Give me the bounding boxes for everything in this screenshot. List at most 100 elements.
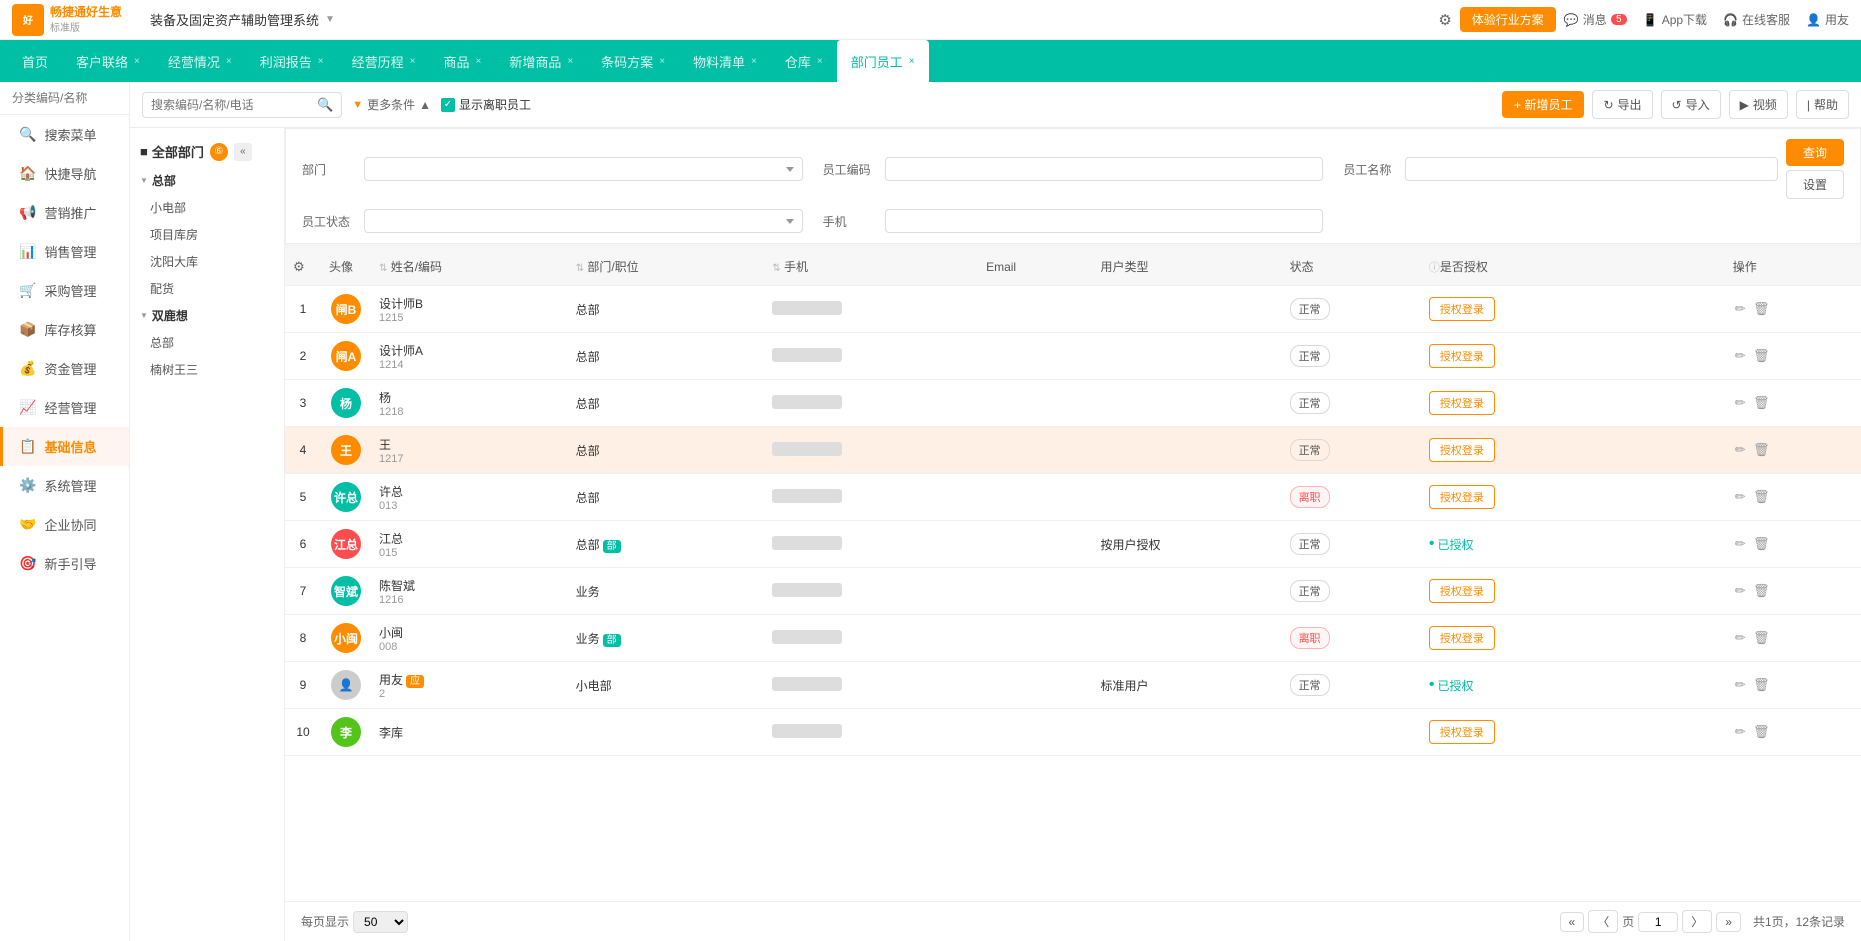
dept-node-沈阳大库[interactable]: 沈阳大库 [130, 248, 284, 275]
edit-btn[interactable]: ✏ [1733, 628, 1748, 648]
nav-tab-新增商品[interactable]: 新增商品 × [495, 40, 587, 82]
phone-input[interactable] [885, 209, 1324, 233]
user-btn[interactable]: 👤 用友 [1806, 11, 1849, 28]
sidebar-search-box[interactable]: 🔍 [0, 82, 129, 115]
first-page-btn[interactable]: « [1560, 912, 1585, 932]
edit-btn[interactable]: ✏ [1733, 393, 1748, 413]
next-page-btn[interactable]: 〉 [1682, 910, 1712, 933]
close-tab-icon[interactable]: × [751, 56, 757, 67]
show-resigned-toggle[interactable]: ✓ 显示离职员工 [441, 96, 531, 113]
all-dept-label[interactable]: ■ 全部部门 [140, 142, 204, 161]
nav-tab-利润报告[interactable]: 利润报告 × [246, 40, 338, 82]
dept-node-双鹿想[interactable]: ▼ 双鹿想 [130, 302, 284, 329]
sidebar-search-input[interactable] [12, 91, 130, 105]
auth-btn[interactable]: 授权登录 [1429, 438, 1495, 462]
dept-node-楠树王三[interactable]: 楠树王三 [130, 356, 284, 383]
sidebar-item-基础信息[interactable]: 📋基础信息 [0, 427, 129, 466]
status-select[interactable] [364, 209, 803, 233]
query-btn[interactable]: 查询 [1786, 139, 1844, 166]
auth-btn[interactable]: 授权登录 [1429, 485, 1495, 509]
search-box[interactable]: 🔍 [142, 92, 342, 118]
dept-node-总部[interactable]: ▼ 总部 [130, 167, 284, 194]
sidebar-item-快捷导航[interactable]: 🏠快捷导航 [0, 154, 129, 193]
delete-btn[interactable]: 🗑 [1751, 675, 1772, 695]
close-tab-icon[interactable]: × [226, 56, 232, 67]
nav-tab-首页[interactable]: 首页 [8, 40, 62, 82]
more-filter-btn[interactable]: ▼ 更多条件 ▲ [352, 96, 431, 113]
close-tab-icon[interactable]: × [659, 56, 665, 67]
dept-node-项目库房[interactable]: 项目库房 [130, 221, 284, 248]
nav-tab-条码方案[interactable]: 条码方案 × [587, 40, 679, 82]
sidebar-item-企业协同[interactable]: 🤝企业协同 [0, 505, 129, 544]
delete-btn[interactable]: 🗑 [1751, 440, 1772, 460]
delete-btn[interactable]: 🗑 [1751, 299, 1772, 319]
auth-info-icon[interactable]: ⓘ [1429, 262, 1440, 274]
settings-icon[interactable]: ⚙ [1438, 11, 1451, 29]
close-tab-icon[interactable]: × [909, 56, 915, 67]
sidebar-item-营销推广[interactable]: 📢营销推广 [0, 193, 129, 232]
close-tab-icon[interactable]: × [567, 56, 573, 67]
delete-btn[interactable]: 🗑 [1751, 581, 1772, 601]
gear-icon[interactable]: ⚙ [293, 259, 305, 274]
page-size-select[interactable]: 50 100 [353, 911, 408, 933]
view-btn[interactable]: ▶ 视频 [1729, 90, 1788, 119]
sidebar-item-采购管理[interactable]: 🛒采购管理 [0, 271, 129, 310]
edit-btn[interactable]: ✏ [1733, 722, 1748, 742]
help-btn[interactable]: | 帮助 [1796, 90, 1849, 119]
close-tab-icon[interactable]: × [817, 56, 823, 67]
edit-btn[interactable]: ✏ [1733, 675, 1748, 695]
app-download-btn[interactable]: 📱 App下载 [1643, 11, 1707, 28]
sort-icon-phone[interactable]: ⇅ [772, 263, 780, 274]
sidebar-item-系统管理[interactable]: ⚙️系统管理 [0, 466, 129, 505]
nav-tab-商品[interactable]: 商品 × [429, 40, 495, 82]
prev-page-btn[interactable]: 〈 [1588, 910, 1618, 933]
dept-node-总部[interactable]: 总部 [130, 329, 284, 356]
nav-tab-部门员工[interactable]: 部门员工 × [837, 40, 929, 82]
dept-collapse-btn[interactable]: « [234, 143, 252, 161]
sidebar-item-经营管理[interactable]: 📈经营管理 [0, 388, 129, 427]
message-btn[interactable]: 💬 消息 5 [1564, 11, 1627, 28]
edit-btn[interactable]: ✏ [1733, 534, 1748, 554]
export-btn[interactable]: ↻ 导出 [1592, 90, 1652, 119]
auth-btn[interactable]: 授权登录 [1429, 720, 1495, 744]
edit-btn[interactable]: ✏ [1733, 487, 1748, 507]
auth-btn[interactable]: 授权登录 [1429, 391, 1495, 415]
dept-node-配货[interactable]: 配货 [130, 275, 284, 302]
close-tab-icon[interactable]: × [134, 56, 140, 67]
edit-btn[interactable]: ✏ [1733, 440, 1748, 460]
dept-select[interactable] [364, 157, 803, 181]
page-input[interactable] [1638, 912, 1678, 932]
search-input[interactable] [151, 98, 311, 112]
sidebar-item-库存核算[interactable]: 📦库存核算 [0, 310, 129, 349]
try-btn[interactable]: 体验行业方案 [1460, 7, 1556, 32]
edit-btn[interactable]: ✏ [1733, 581, 1748, 601]
delete-btn[interactable]: 🗑 [1751, 487, 1772, 507]
dept-node-小电部[interactable]: 小电部 [130, 194, 284, 221]
sort-icon-name[interactable]: ⇅ [379, 263, 387, 274]
import-btn[interactable]: ↺ 导入 [1661, 90, 1721, 119]
sort-icon-dept[interactable]: ⇅ [576, 263, 584, 274]
edit-btn[interactable]: ✏ [1733, 299, 1748, 319]
close-tab-icon[interactable]: × [475, 56, 481, 67]
sidebar-item-搜索菜单[interactable]: 🔍搜索菜单 [0, 115, 129, 154]
delete-btn[interactable]: 🗑 [1751, 393, 1772, 413]
nav-tab-经营情况[interactable]: 经营情况 × [154, 40, 246, 82]
delete-btn[interactable]: 🗑 [1751, 346, 1772, 366]
edit-btn[interactable]: ✏ [1733, 346, 1748, 366]
auth-btn[interactable]: 授权登录 [1429, 626, 1495, 650]
delete-btn[interactable]: 🗑 [1751, 628, 1772, 648]
sidebar-item-新手引导[interactable]: 🎯新手引导 [0, 544, 129, 583]
delete-btn[interactable]: 🗑 [1751, 534, 1772, 554]
auth-btn[interactable]: 授权登录 [1429, 579, 1495, 603]
sidebar-item-资金管理[interactable]: 💰资金管理 [0, 349, 129, 388]
close-tab-icon[interactable]: × [410, 56, 416, 67]
system-title-arrow[interactable]: ▼ [325, 14, 335, 25]
nav-tab-经营历程[interactable]: 经营历程 × [338, 40, 430, 82]
empcode-input[interactable] [885, 157, 1324, 181]
nav-tab-客户联络[interactable]: 客户联络 × [62, 40, 154, 82]
nav-tab-物料清单[interactable]: 物料清单 × [679, 40, 771, 82]
last-page-btn[interactable]: » [1716, 912, 1741, 932]
auth-btn[interactable]: 授权登录 [1429, 297, 1495, 321]
add-employee-btn[interactable]: + 新增员工 [1502, 91, 1584, 118]
empname-input[interactable] [1405, 157, 1778, 181]
